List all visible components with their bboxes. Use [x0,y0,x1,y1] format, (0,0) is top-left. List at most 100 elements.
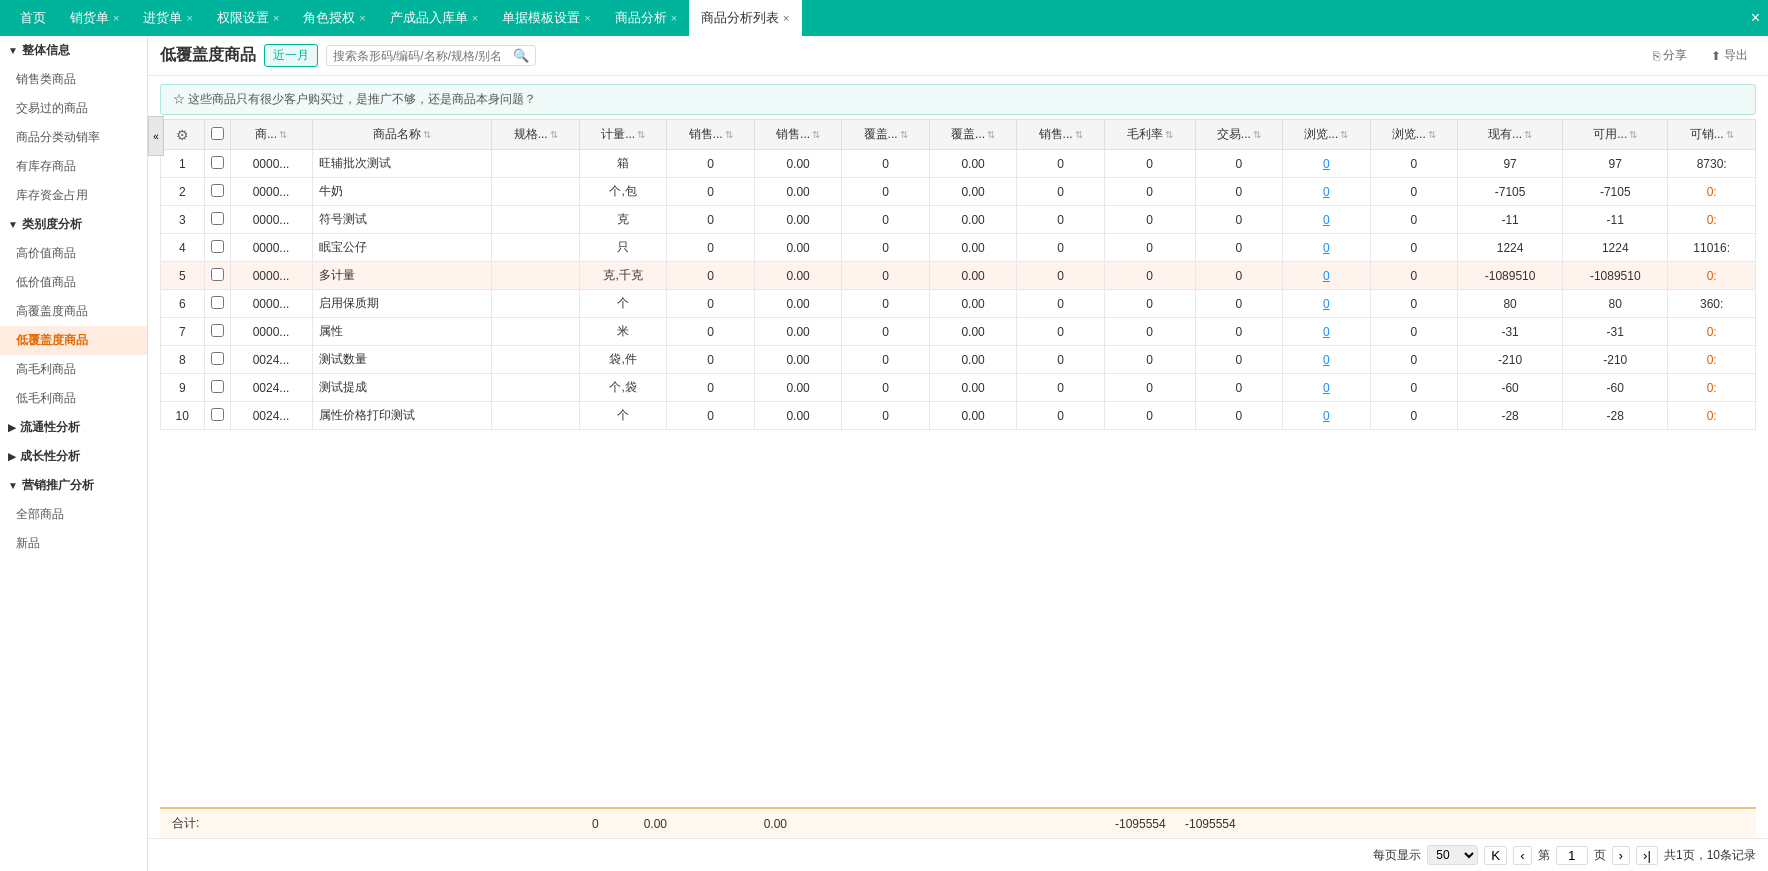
close-icon[interactable]: × [671,12,677,24]
row-code: 0000... [230,318,312,346]
row-checkbox[interactable] [211,240,224,253]
sidebar-item-high-coverage[interactable]: 高覆盖度商品 [0,297,147,326]
row-browse1[interactable]: 0 [1283,318,1370,346]
col-cover2[interactable]: 覆盖...⇅ [929,120,1016,150]
row-margin: 0 [1104,262,1195,290]
close-icon[interactable]: × [472,12,478,24]
row-browse1[interactable]: 0 [1283,402,1370,430]
col-sellable[interactable]: 可销...⇅ [1668,120,1756,150]
select-all-checkbox[interactable] [211,127,224,140]
row-browse1[interactable]: 0 [1283,374,1370,402]
first-page-button[interactable]: K [1484,846,1507,865]
row-checkbox[interactable] [211,156,224,169]
sidebar-item-low-margin[interactable]: 低毛利商品 [0,384,147,413]
row-checkbox[interactable] [211,296,224,309]
sidebar-item-all-goods[interactable]: 全部商品 [0,500,147,529]
row-stock1: -60 [1458,374,1563,402]
row-checkbox[interactable] [211,380,224,393]
close-icon[interactable]: × [783,12,789,24]
row-checkbox[interactable] [211,408,224,421]
col-cover1[interactable]: 覆盖...⇅ [842,120,929,150]
sidebar-collapse-button[interactable]: « [148,116,164,156]
nav-item-purchase[interactable]: 进货单 × [131,0,204,36]
row-browse1[interactable]: 0 [1283,206,1370,234]
close-icon[interactable]: × [273,12,279,24]
row-checkbox[interactable] [211,352,224,365]
sidebar-item-stock-capital[interactable]: 库存资金占用 [0,181,147,210]
col-stock1[interactable]: 现有...⇅ [1458,120,1563,150]
nav-item-product-analysis[interactable]: 商品分析 × [603,0,689,36]
sidebar-item-high-margin[interactable]: 高毛利商品 [0,355,147,384]
col-spec[interactable]: 规格...⇅ [492,120,579,150]
row-stock2: -60 [1563,374,1668,402]
row-spec [492,346,579,374]
col-margin[interactable]: 毛利率⇅ [1104,120,1195,150]
col-browse2[interactable]: 浏览...⇅ [1370,120,1457,150]
sidebar-section-marketing[interactable]: ▼ 营销推广分析 [0,471,147,500]
sidebar-item-low-coverage[interactable]: 低覆盖度商品 [0,326,147,355]
sidebar-section-overall[interactable]: ▼ 整体信息 [0,36,147,65]
nav-item-product-analysis-list[interactable]: 商品分析列表 × [689,0,801,36]
sidebar-item-stock-goods[interactable]: 有库存商品 [0,152,147,181]
row-browse1[interactable]: 0 [1283,346,1370,374]
sidebar-item-category-turnover[interactable]: 商品分类动销率 [0,123,147,152]
close-icon[interactable]: × [359,12,365,24]
sidebar-item-high-value[interactable]: 高价值商品 [0,239,147,268]
row-spec [492,374,579,402]
row-checkbox[interactable] [211,184,224,197]
row-checkbox[interactable] [211,268,224,281]
row-sellable: 0: [1668,262,1756,290]
col-settings[interactable]: ⚙ [161,120,205,150]
close-icon[interactable]: × [113,12,119,24]
prev-page-button[interactable]: ‹ [1513,846,1531,865]
row-checkbox[interactable] [211,324,224,337]
sidebar-section-liquidity[interactable]: ▶ 流通性分析 [0,413,147,442]
last-page-button[interactable]: ›| [1636,846,1658,865]
col-sales1[interactable]: 销售...⇅ [667,120,754,150]
per-page-select[interactable]: 50 100 200 [1427,845,1478,865]
sidebar-item-sales-goods[interactable]: 销售类商品 [0,65,147,94]
row-browse1[interactable]: 0 [1283,150,1370,178]
sidebar-section-growth[interactable]: ▶ 成长性分析 [0,442,147,471]
nav-item-sales[interactable]: 销货单 × [58,0,131,36]
row-checkbox[interactable] [211,212,224,225]
col-unit[interactable]: 计量...⇅ [579,120,666,150]
row-sales2: 0.00 [754,234,841,262]
col-sales3[interactable]: 销售...⇅ [1017,120,1104,150]
sidebar-item-traded-goods[interactable]: 交易过的商品 [0,94,147,123]
col-sales2[interactable]: 销售...⇅ [754,120,841,150]
filter-button[interactable]: 近一月 [264,44,318,67]
col-code[interactable]: 商...⇅ [230,120,312,150]
export-button[interactable]: ⬆ 导出 [1703,44,1756,67]
row-code: 0000... [230,206,312,234]
col-stock2[interactable]: 可用...⇅ [1563,120,1668,150]
col-browse1[interactable]: 浏览...⇅ [1283,120,1370,150]
close-all-button[interactable]: × [1751,9,1760,27]
footer-sales2: 0.00 [625,817,685,831]
row-browse1[interactable]: 0 [1283,178,1370,206]
share-button[interactable]: ⎘ 分享 [1645,44,1695,67]
sidebar-item-low-value[interactable]: 低价值商品 [0,268,147,297]
row-browse1[interactable]: 0 [1283,290,1370,318]
row-name: 多计量 [312,262,492,290]
nav-item-template[interactable]: 单据模板设置 × [490,0,602,36]
col-trade[interactable]: 交易...⇅ [1195,120,1282,150]
sidebar-section-category[interactable]: ▼ 类别度分析 [0,210,147,239]
row-cover2: 0.00 [929,402,1016,430]
page-number-input[interactable] [1556,846,1588,865]
search-input[interactable] [333,49,513,63]
nav-item-permissions[interactable]: 权限设置 × [205,0,291,36]
row-sales3: 0 [1017,402,1104,430]
close-icon[interactable]: × [186,12,192,24]
nav-item-home[interactable]: 首页 [8,0,58,36]
nav-item-role[interactable]: 角色授权 × [291,0,377,36]
close-icon[interactable]: × [584,12,590,24]
sidebar-item-new-goods[interactable]: 新品 [0,529,147,558]
col-name[interactable]: 商品名称⇅ [312,120,492,150]
nav-item-product-storage[interactable]: 产成品入库单 × [378,0,490,36]
row-margin: 0 [1104,150,1195,178]
row-browse1[interactable]: 0 [1283,234,1370,262]
row-browse2: 0 [1370,402,1457,430]
next-page-button[interactable]: › [1612,846,1630,865]
row-browse1[interactable]: 0 [1283,262,1370,290]
